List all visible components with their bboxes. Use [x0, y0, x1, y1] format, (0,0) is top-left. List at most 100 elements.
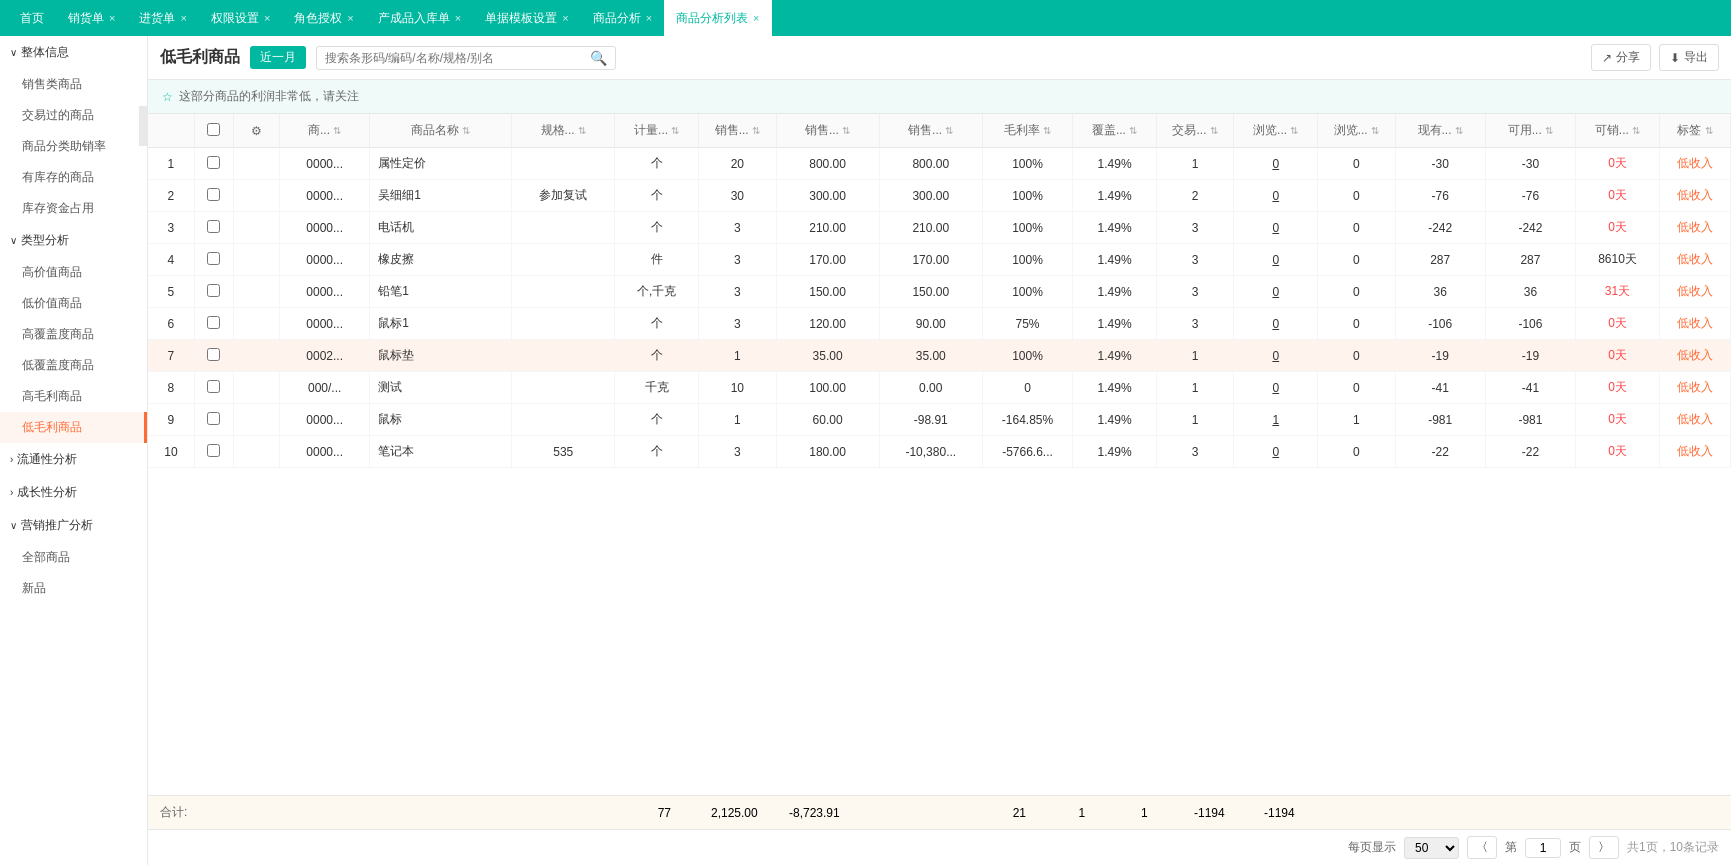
close-icon[interactable]: × — [455, 12, 461, 24]
select-all-checkbox[interactable] — [207, 123, 220, 136]
th-name[interactable]: 商品名称 ⇅ — [370, 114, 512, 148]
th-sellable-days[interactable]: 可销... ⇅ — [1576, 114, 1660, 148]
cell-check[interactable] — [194, 212, 233, 244]
pagination-prev-button[interactable]: 〈 — [1467, 836, 1497, 859]
th-code[interactable]: 商... ⇅ — [280, 114, 370, 148]
cell-view1[interactable]: 0 — [1234, 436, 1318, 468]
th-unit[interactable]: 计量... ⇅ — [615, 114, 699, 148]
row-checkbox[interactable] — [207, 348, 220, 361]
row-checkbox[interactable] — [207, 412, 220, 425]
sidebar-item-all-products[interactable]: 全部商品 — [0, 542, 147, 573]
th-current-stock[interactable]: 现有... ⇅ — [1395, 114, 1485, 148]
page-size-select[interactable]: 50 20 100 — [1404, 837, 1459, 859]
th-coverage[interactable]: 覆盖... ⇅ — [1073, 114, 1157, 148]
sidebar-collapse-button[interactable]: 《 — [139, 106, 148, 146]
nav-sales-order[interactable]: 销货单 × — [56, 0, 127, 36]
sidebar-item-high-value[interactable]: 高价值商品 — [0, 257, 147, 288]
cell-name[interactable]: 鼠标 — [370, 404, 512, 436]
th-spec[interactable]: 规格... ⇅ — [512, 114, 615, 148]
th-sales-profit[interactable]: 销售... ⇅ — [879, 114, 982, 148]
cell-check[interactable] — [194, 244, 233, 276]
data-table-wrapper[interactable]: ⚙ 商... ⇅ 商品名称 ⇅ 规格... ⇅ — [148, 114, 1731, 795]
sidebar-item-high-margin[interactable]: 高毛利商品 — [0, 381, 147, 412]
cell-name[interactable]: 鼠标垫 — [370, 340, 512, 372]
row-checkbox[interactable] — [207, 380, 220, 393]
period-button[interactable]: 近一月 — [250, 46, 306, 69]
cell-check[interactable] — [194, 308, 233, 340]
cell-check[interactable] — [194, 340, 233, 372]
row-checkbox[interactable] — [207, 252, 220, 265]
sidebar-item-low-coverage[interactable]: 低覆盖度商品 — [0, 350, 147, 381]
export-button[interactable]: ⬇ 导出 — [1659, 44, 1719, 71]
cell-view1[interactable]: 0 — [1234, 340, 1318, 372]
sidebar-item-new-products[interactable]: 新品 — [0, 573, 147, 604]
th-available-stock[interactable]: 可用... ⇅ — [1485, 114, 1575, 148]
cell-view1[interactable]: 0 — [1234, 372, 1318, 404]
sidebar-item-low-value[interactable]: 低价值商品 — [0, 288, 147, 319]
cell-view1[interactable]: 0 — [1234, 180, 1318, 212]
nav-template-settings[interactable]: 单据模板设置 × — [473, 0, 580, 36]
nav-permission-settings[interactable]: 权限设置 × — [199, 0, 282, 36]
close-icon[interactable]: × — [180, 12, 186, 24]
cell-name[interactable]: 属性定价 — [370, 148, 512, 180]
search-icon[interactable]: 🔍 — [590, 50, 607, 66]
cell-check[interactable] — [194, 404, 233, 436]
cell-check[interactable] — [194, 180, 233, 212]
cell-view1[interactable]: 0 — [1234, 244, 1318, 276]
cell-view1[interactable]: 0 — [1234, 276, 1318, 308]
cell-name[interactable]: 测试 — [370, 372, 512, 404]
cell-name[interactable]: 橡皮擦 — [370, 244, 512, 276]
close-icon[interactable]: × — [347, 12, 353, 24]
th-sales-price[interactable]: 销售... ⇅ — [776, 114, 879, 148]
cell-check[interactable] — [194, 436, 233, 468]
sidebar-group-overall[interactable]: ∨ 整体信息 — [0, 36, 147, 69]
close-icon[interactable]: × — [264, 12, 270, 24]
th-sales-count[interactable]: 销售... ⇅ — [699, 114, 776, 148]
th-settings[interactable]: ⚙ — [233, 114, 279, 148]
sidebar-group-marketing[interactable]: ∨ 营销推广分析 — [0, 509, 147, 542]
sidebar-group-growth[interactable]: › 成长性分析 — [0, 476, 147, 509]
cell-name[interactable]: 铅笔1 — [370, 276, 512, 308]
pagination-next-button[interactable]: 〉 — [1589, 836, 1619, 859]
nav-role-auth[interactable]: 角色授权 × — [282, 0, 365, 36]
nav-home[interactable]: 首页 — [8, 0, 56, 36]
nav-product-inbound[interactable]: 产成品入库单 × — [366, 0, 473, 36]
nav-purchase-order[interactable]: 进货单 × — [127, 0, 198, 36]
nav-product-analysis-list[interactable]: 商品分析列表 × — [664, 0, 771, 36]
sidebar-item-traded-products[interactable]: 交易过的商品 — [0, 100, 147, 131]
th-tag[interactable]: 标签 ⇅ — [1659, 114, 1730, 148]
sidebar-item-high-coverage[interactable]: 高覆盖度商品 — [0, 319, 147, 350]
cell-view1[interactable]: 0 — [1234, 308, 1318, 340]
th-gross-margin[interactable]: 毛利率 ⇅ — [982, 114, 1072, 148]
cell-view1[interactable]: 0 — [1234, 212, 1318, 244]
row-checkbox[interactable] — [207, 284, 220, 297]
th-view2[interactable]: 浏览... ⇅ — [1318, 114, 1395, 148]
row-checkbox[interactable] — [207, 444, 220, 457]
cell-check[interactable] — [194, 372, 233, 404]
search-input[interactable] — [325, 51, 590, 65]
sidebar-item-stocked-products[interactable]: 有库存的商品 — [0, 162, 147, 193]
cell-name[interactable]: 鼠标1 — [370, 308, 512, 340]
row-checkbox[interactable] — [207, 220, 220, 233]
sidebar-item-inventory-capital[interactable]: 库存资金占用 — [0, 193, 147, 224]
sidebar-item-category-sales-rate[interactable]: 商品分类助销率 — [0, 131, 147, 162]
close-icon[interactable]: × — [753, 12, 759, 24]
close-icon[interactable]: × — [562, 12, 568, 24]
cell-name[interactable]: 笔记本 — [370, 436, 512, 468]
sidebar-item-low-margin[interactable]: 低毛利商品 — [0, 412, 147, 443]
row-checkbox[interactable] — [207, 316, 220, 329]
cell-name[interactable]: 吴细细1 — [370, 180, 512, 212]
cell-name[interactable]: 电话机 — [370, 212, 512, 244]
th-transaction[interactable]: 交易... ⇅ — [1156, 114, 1233, 148]
close-icon[interactable]: × — [109, 12, 115, 24]
sidebar-item-sales-products[interactable]: 销售类商品 — [0, 69, 147, 100]
row-checkbox[interactable] — [207, 156, 220, 169]
cell-view1[interactable]: 1 — [1234, 404, 1318, 436]
row-checkbox[interactable] — [207, 188, 220, 201]
th-view1[interactable]: 浏览... ⇅ — [1234, 114, 1318, 148]
cell-check[interactable] — [194, 148, 233, 180]
sidebar-group-type-analysis[interactable]: ∨ 类型分析 — [0, 224, 147, 257]
cell-view1[interactable]: 0 — [1234, 148, 1318, 180]
nav-product-analysis[interactable]: 商品分析 × — [581, 0, 664, 36]
share-button[interactable]: ↗ 分享 — [1591, 44, 1651, 71]
